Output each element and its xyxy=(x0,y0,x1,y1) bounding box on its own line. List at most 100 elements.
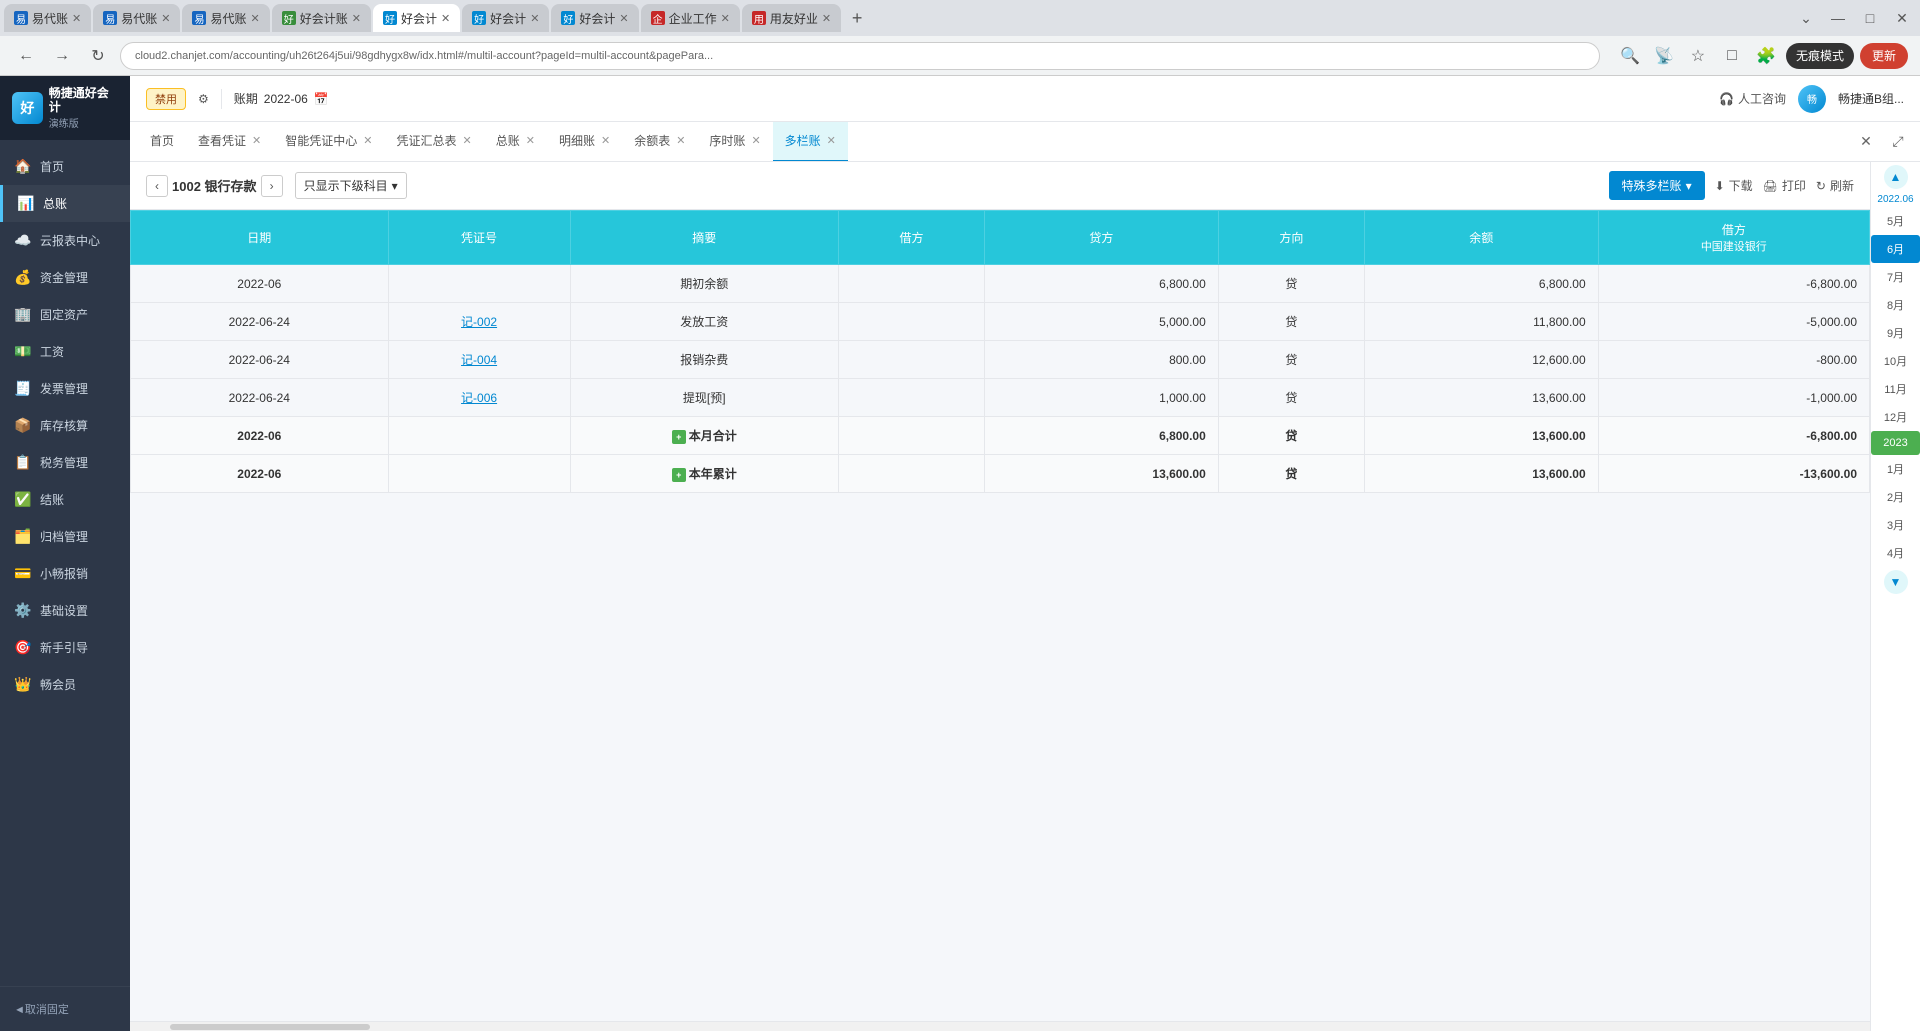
time-month-10[interactable]: 10月 xyxy=(1871,347,1920,375)
tab-close-4[interactable]: ✕ xyxy=(352,12,361,25)
time-month-9[interactable]: 9月 xyxy=(1871,319,1920,347)
consult-button[interactable]: 🎧 人工咨询 xyxy=(1719,90,1786,107)
tab-prev-button[interactable]: ⌄ xyxy=(1792,4,1820,32)
tab-close-6[interactable]: ✕ xyxy=(530,12,539,25)
sidebar-item-inventory[interactable]: 📦 库存核算 xyxy=(0,407,130,444)
browser-tab-4[interactable]: 好 好会计账 ✕ xyxy=(272,4,371,32)
page-tab-general[interactable]: 总账 ✕ xyxy=(484,122,547,162)
time-month-8[interactable]: 8月 xyxy=(1871,291,1920,319)
forward-button[interactable]: → xyxy=(48,42,76,70)
browser-tab-5[interactable]: 好 好会计 ✕ xyxy=(373,4,460,32)
unpin-button[interactable]: ◄取消固定 xyxy=(14,997,116,1021)
sidebar-item-expense[interactable]: 💳 小畅报销 xyxy=(0,555,130,592)
tab-close-3[interactable]: ✕ xyxy=(250,12,259,25)
tab-close-5[interactable]: ✕ xyxy=(441,12,450,25)
page-tab-detail[interactable]: 明细账 ✕ xyxy=(547,122,622,162)
sidebar-item-home[interactable]: 🏠 首页 xyxy=(0,148,130,185)
page-tab-voucher-close[interactable]: ✕ xyxy=(252,134,261,147)
sidebar-item-fund[interactable]: 💰 资金管理 xyxy=(0,259,130,296)
page-tab-summary[interactable]: 凭证汇总表 ✕ xyxy=(384,122,483,162)
cell-voucher[interactable]: 记-006 xyxy=(388,379,570,417)
refresh-button[interactable]: ↻ 刷新 xyxy=(1816,177,1854,194)
sidebar-item-archive[interactable]: 🗂️ 归档管理 xyxy=(0,518,130,555)
refresh-button[interactable]: ↻ xyxy=(84,42,112,70)
search-icon[interactable]: 🔍 xyxy=(1616,42,1644,70)
time-nav-down[interactable]: ▼ xyxy=(1884,570,1908,594)
cast-icon[interactable]: 📡 xyxy=(1650,42,1678,70)
close-tab-btn[interactable]: ✕ xyxy=(1852,128,1880,156)
time-month-1[interactable]: 1月 xyxy=(1871,455,1920,483)
sidebar-item-tax[interactable]: 📋 税务管理 xyxy=(0,444,130,481)
time-month-7[interactable]: 7月 xyxy=(1871,263,1920,291)
back-button[interactable]: ← xyxy=(12,42,40,70)
tab-close-9[interactable]: ✕ xyxy=(822,12,831,25)
tab-maximize-button[interactable]: □ xyxy=(1856,4,1884,32)
page-tab-balance[interactable]: 余额表 ✕ xyxy=(622,122,697,162)
time-month-2[interactable]: 2月 xyxy=(1871,483,1920,511)
page-tab-balance-close[interactable]: ✕ xyxy=(676,134,685,147)
browser-tab-3[interactable]: 易 易代账 ✕ xyxy=(182,4,269,32)
page-tab-smart-voucher[interactable]: 智能凭证中心 ✕ xyxy=(273,122,384,162)
tab-title-7: 好会计 xyxy=(579,10,615,27)
browser-tab-6[interactable]: 好 好会计 ✕ xyxy=(462,4,549,32)
subject-filter[interactable]: 只显示下级科目 ▾ xyxy=(295,172,407,199)
print-button[interactable]: 🖨 打印 xyxy=(1763,177,1806,194)
h-scrollbar[interactable] xyxy=(130,1021,1870,1031)
time-month-3[interactable]: 3月 xyxy=(1871,511,1920,539)
tab-close-2[interactable]: ✕ xyxy=(161,12,170,25)
feature-btn[interactable]: 特殊多栏账 ▾ xyxy=(1609,171,1705,200)
tab-close-1[interactable]: ✕ xyxy=(72,12,81,25)
tab-close-7[interactable]: ✕ xyxy=(619,12,628,25)
sidebar-item-period-end[interactable]: ✅ 结账 xyxy=(0,481,130,518)
browser-tab-2[interactable]: 易 易代账 ✕ xyxy=(93,4,180,32)
page-tab-sequence-close[interactable]: ✕ xyxy=(751,134,760,147)
sidebar-item-salary[interactable]: 💵 工资 xyxy=(0,333,130,370)
page-tab-multicolumn[interactable]: 多栏账 ✕ xyxy=(773,122,848,162)
time-month-11[interactable]: 11月 xyxy=(1871,375,1920,403)
sidebar-item-settings[interactable]: ⚙️ 基础设置 xyxy=(0,592,130,629)
incognito-button[interactable]: 无痕模式 xyxy=(1786,43,1854,69)
page-tab-general-close[interactable]: ✕ xyxy=(526,134,535,147)
sidebar-item-cloud-report[interactable]: ☁️ 云报表中心 xyxy=(0,222,130,259)
page-tab-home[interactable]: 首页 xyxy=(138,122,186,162)
sidebar-item-fixed-assets[interactable]: 🏢 固定资产 xyxy=(0,296,130,333)
new-tab-button[interactable]: + xyxy=(843,4,871,32)
update-button[interactable]: 更新 xyxy=(1860,43,1908,69)
h-scrollbar-thumb[interactable] xyxy=(170,1024,370,1030)
page-tab-detail-close[interactable]: ✕ xyxy=(601,134,610,147)
ledger-next-button[interactable]: › xyxy=(261,175,283,197)
time-month-12[interactable]: 12月 xyxy=(1871,403,1920,431)
page-tab-sequence[interactable]: 序时账 ✕ xyxy=(697,122,772,162)
page-tab-voucher[interactable]: 查看凭证 ✕ xyxy=(186,122,273,162)
download-button[interactable]: ⬇ 下载 xyxy=(1715,177,1753,194)
time-nav-up[interactable]: ▲ xyxy=(1884,165,1908,189)
sidebar-item-invoice[interactable]: 🧾 发票管理 xyxy=(0,370,130,407)
tab-minimize-button[interactable]: — xyxy=(1824,4,1852,32)
bookmark-icon[interactable]: ☆ xyxy=(1684,42,1712,70)
tab-title-8: 企业工作 xyxy=(669,10,717,27)
page-tab-summary-close[interactable]: ✕ xyxy=(463,134,472,147)
url-input[interactable]: cloud2.chanjet.com/accounting/uh26t264j5… xyxy=(120,42,1600,70)
sidebar-item-guide[interactable]: 🎯 新手引导 xyxy=(0,629,130,666)
browser-tab-7[interactable]: 好 好会计 ✕ xyxy=(551,4,638,32)
tab-close-window-button[interactable]: ✕ xyxy=(1888,4,1916,32)
time-month-5[interactable]: 5月 xyxy=(1871,207,1920,235)
page-tab-multi-close[interactable]: ✕ xyxy=(827,134,836,147)
page-tab-smart-close[interactable]: ✕ xyxy=(363,134,372,147)
extension-icon[interactable]: 🧩 xyxy=(1752,42,1780,70)
expand-tab-btn[interactable]: ⤢ xyxy=(1884,128,1912,156)
cell-voucher[interactable]: 记-002 xyxy=(388,303,570,341)
sidebar-item-general-ledger[interactable]: 📊 总账 xyxy=(0,185,130,222)
settings-button[interactable]: ⚙ xyxy=(198,92,209,106)
tab-close-8[interactable]: ✕ xyxy=(721,12,730,25)
ledger-prev-button[interactable]: ‹ xyxy=(146,175,168,197)
time-month-4[interactable]: 4月 xyxy=(1871,539,1920,567)
cell-credit: 6,800.00 xyxy=(985,265,1219,303)
profile-icon[interactable]: □ xyxy=(1718,42,1746,70)
browser-tab-1[interactable]: 易 易代账 ✕ xyxy=(4,4,91,32)
sidebar-item-membership[interactable]: 👑 畅会员 xyxy=(0,666,130,703)
cell-voucher[interactable]: 记-004 xyxy=(388,341,570,379)
time-month-6[interactable]: 6月 xyxy=(1871,235,1920,263)
browser-tab-8[interactable]: 企 企业工作 ✕ xyxy=(641,4,740,32)
browser-tab-9[interactable]: 用 用友好业 ✕ xyxy=(742,4,841,32)
